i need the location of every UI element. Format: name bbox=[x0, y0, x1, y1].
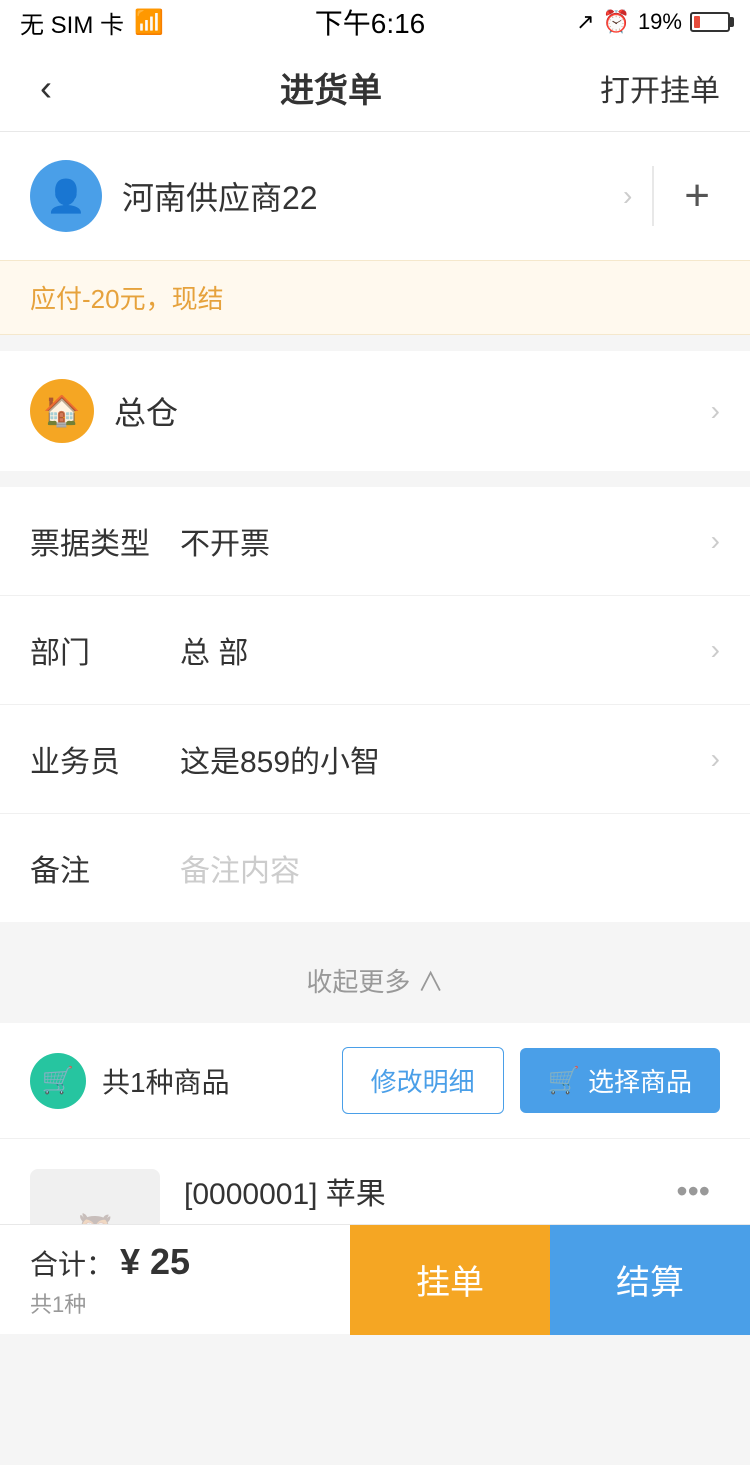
invoice-chevron-icon: › bbox=[711, 525, 720, 557]
department-value: 总 部 bbox=[160, 628, 711, 672]
cart-icon: 🛒 bbox=[42, 1065, 74, 1096]
alarm-icon: ⏰ bbox=[603, 9, 630, 35]
supplier-avatar: 👤 bbox=[30, 160, 102, 232]
total-amount: ¥ 25 bbox=[120, 1241, 190, 1283]
bottom-bar: 合计： ¥ 25 共1种 挂单 结算 bbox=[0, 1224, 750, 1334]
supplier-name: 河南供应商22 bbox=[102, 173, 623, 219]
invoice-row[interactable]: 票据类型 不开票 › bbox=[0, 487, 750, 595]
total-text: 合计： bbox=[30, 1243, 114, 1283]
warehouse-section: 🏠 总仓 › bbox=[0, 351, 750, 471]
total-label: 合计： ¥ 25 bbox=[30, 1241, 320, 1283]
add-supplier-button[interactable]: + bbox=[674, 171, 720, 221]
carrier-text: 无 SIM 卡 bbox=[20, 5, 124, 40]
select-cart-icon: 🛒 bbox=[548, 1065, 580, 1096]
pend-button[interactable]: 挂单 bbox=[350, 1225, 550, 1335]
status-right: ↗ ⏰ 19% bbox=[576, 9, 730, 35]
remark-input[interactable]: 备注内容 bbox=[160, 846, 720, 890]
products-header: 🛒 共1种商品 修改明细 🛒 选择商品 bbox=[0, 1023, 750, 1139]
page-title: 进货单 bbox=[280, 63, 382, 112]
supplier-row[interactable]: 👤 河南供应商22 › + bbox=[0, 132, 750, 260]
home-icon: 🏠 bbox=[43, 394, 80, 429]
nav-bar: ‹ 进货单 打开挂单 bbox=[0, 44, 750, 132]
warehouse-row[interactable]: 🏠 总仓 › bbox=[0, 351, 750, 471]
battery-icon bbox=[690, 12, 730, 32]
warehouse-name: 总仓 bbox=[94, 388, 711, 434]
collapse-more-button[interactable]: 收起更多 ∧ bbox=[0, 938, 750, 1023]
salesperson-row[interactable]: 业务员 这是859的小智 › bbox=[0, 704, 750, 813]
modify-detail-button[interactable]: 修改明细 bbox=[342, 1047, 504, 1114]
status-bar: 无 SIM 卡 📶 下午6:16 ↗ ⏰ 19% bbox=[0, 0, 750, 44]
total-section: 合计： ¥ 25 共1种 bbox=[0, 1241, 350, 1319]
remark-row[interactable]: 备注 备注内容 bbox=[0, 813, 750, 922]
remark-label: 备注 bbox=[30, 846, 160, 890]
open-pending-button[interactable]: 打开挂单 bbox=[600, 66, 720, 110]
products-count: 共1种商品 bbox=[86, 1061, 342, 1101]
department-label: 部门 bbox=[30, 628, 160, 672]
battery-percent: 19% bbox=[638, 9, 682, 35]
notice-banner: 应付-20元，现结 bbox=[0, 260, 750, 335]
warehouse-chevron-icon: › bbox=[711, 395, 720, 427]
products-icon: 🛒 bbox=[30, 1053, 86, 1109]
location-icon: ↗ bbox=[576, 9, 594, 35]
back-button[interactable]: ‹ bbox=[30, 57, 62, 119]
supplier-section: 👤 河南供应商22 › + 应付-20元，现结 bbox=[0, 132, 750, 335]
status-time: 下午6:16 bbox=[315, 2, 426, 42]
department-row[interactable]: 部门 总 部 › bbox=[0, 595, 750, 704]
select-product-button[interactable]: 🛒 选择商品 bbox=[520, 1048, 720, 1113]
invoice-label: 票据类型 bbox=[30, 519, 160, 563]
warehouse-icon: 🏠 bbox=[30, 379, 94, 443]
invoice-value: 不开票 bbox=[160, 519, 711, 563]
form-section: 票据类型 不开票 › 部门 总 部 › 业务员 这是859的小智 › 备注 备注… bbox=[0, 487, 750, 922]
salesperson-chevron-icon: › bbox=[711, 743, 720, 775]
wifi-icon: 📶 bbox=[134, 8, 164, 37]
supplier-chevron-icon: › bbox=[623, 180, 632, 212]
supplier-divider bbox=[652, 166, 654, 226]
product-code: [0000001] 苹果 bbox=[184, 1178, 386, 1211]
product-name: [0000001] 苹果 bbox=[184, 1169, 666, 1213]
status-left: 无 SIM 卡 📶 bbox=[20, 5, 164, 40]
notice-text: 应付-20元，现结 bbox=[30, 284, 224, 314]
salesperson-label: 业务员 bbox=[30, 737, 160, 781]
avatar-icon: 👤 bbox=[46, 177, 86, 215]
salesperson-value: 这是859的小智 bbox=[160, 737, 711, 781]
select-product-label: 选择商品 bbox=[588, 1062, 692, 1099]
department-chevron-icon: › bbox=[711, 634, 720, 666]
total-count: 共1种 bbox=[30, 1287, 320, 1319]
product-more-button[interactable]: ••• bbox=[666, 1169, 720, 1214]
checkout-button[interactable]: 结算 bbox=[550, 1225, 750, 1335]
